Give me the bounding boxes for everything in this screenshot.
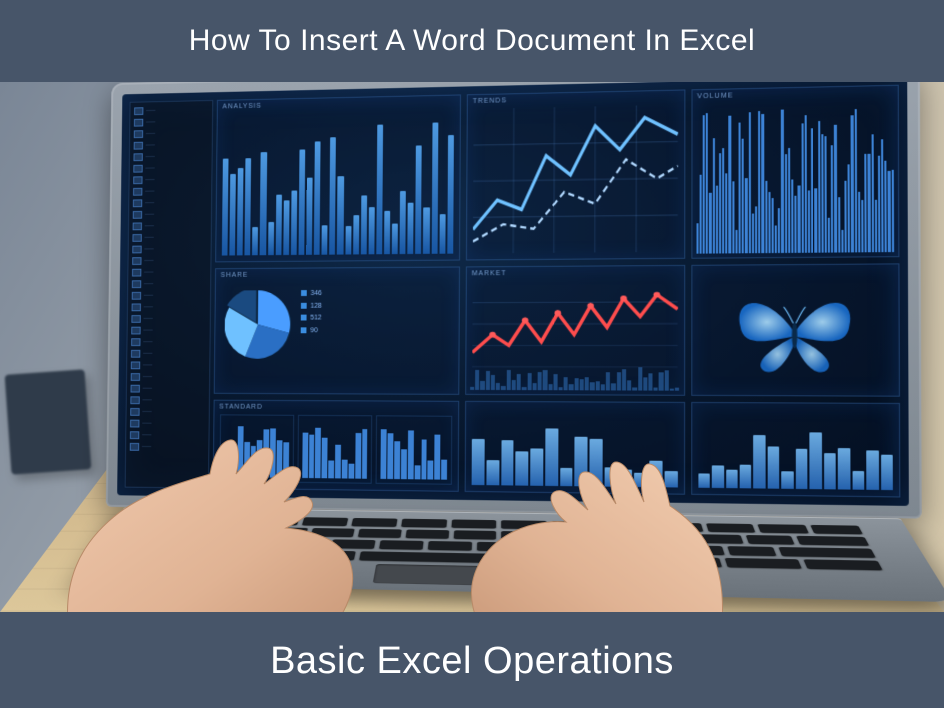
footer-title: Basic Excel Operations [270,640,674,682]
hand-right [380,362,740,612]
side-panel-row: ····· [132,232,207,242]
panel-title: MARKET [472,270,507,277]
panel-volume-bars: VOLUME [691,85,899,259]
pie-stat: 512 [301,313,453,326]
side-panel-row: ····· [133,209,208,220]
side-panel-row: ····· [134,128,208,139]
side-panel-row: ····· [132,291,207,301]
side-panel-row: ····· [133,186,208,197]
pie-stat: 128 [301,300,453,313]
side-panel-row: ····· [131,349,206,359]
panel-title: VOLUME [697,92,733,100]
panel-title: SHARE [221,272,249,279]
side-panel-row: ····· [134,105,208,116]
side-panel-row: ····· [132,267,207,277]
side-panel-row: ····· [131,326,206,336]
footer-banner: Basic Excel Operations [0,612,944,708]
side-panel-row: ····· [132,244,207,254]
line-chart-icon [473,105,678,254]
side-panel-row: ····· [134,116,208,127]
header-banner: How To Insert A Word Document In Excel [0,0,944,82]
side-panel-row: ····· [132,279,207,289]
pie-stat: 90 [301,325,453,338]
panel-bar-chart: ANALYSIS [215,94,461,262]
panel-title: TRENDS [473,97,507,105]
side-panel-row: ····· [133,198,208,209]
side-panel-row: ····· [132,256,207,266]
side-panel-row: ····· [133,174,208,185]
panel-line-chart: TRENDS [466,89,685,260]
pie-stat: 346 [301,287,453,300]
hero-illustration: ········································… [0,82,944,612]
side-panel-row: ····· [131,314,206,324]
header-title: How To Insert A Word Document In Excel [189,24,755,57]
hand-left [40,362,420,612]
side-panel-row: ····· [133,163,208,174]
side-panel-row: ····· [133,221,208,231]
side-panel-row: ····· [131,337,206,347]
panel-title: ANALYSIS [222,103,261,111]
side-panel-row: ····· [134,140,208,151]
side-panel-row: ····· [132,302,207,312]
side-panel-row: ····· [133,151,207,162]
pie-chart-icon [224,290,291,359]
